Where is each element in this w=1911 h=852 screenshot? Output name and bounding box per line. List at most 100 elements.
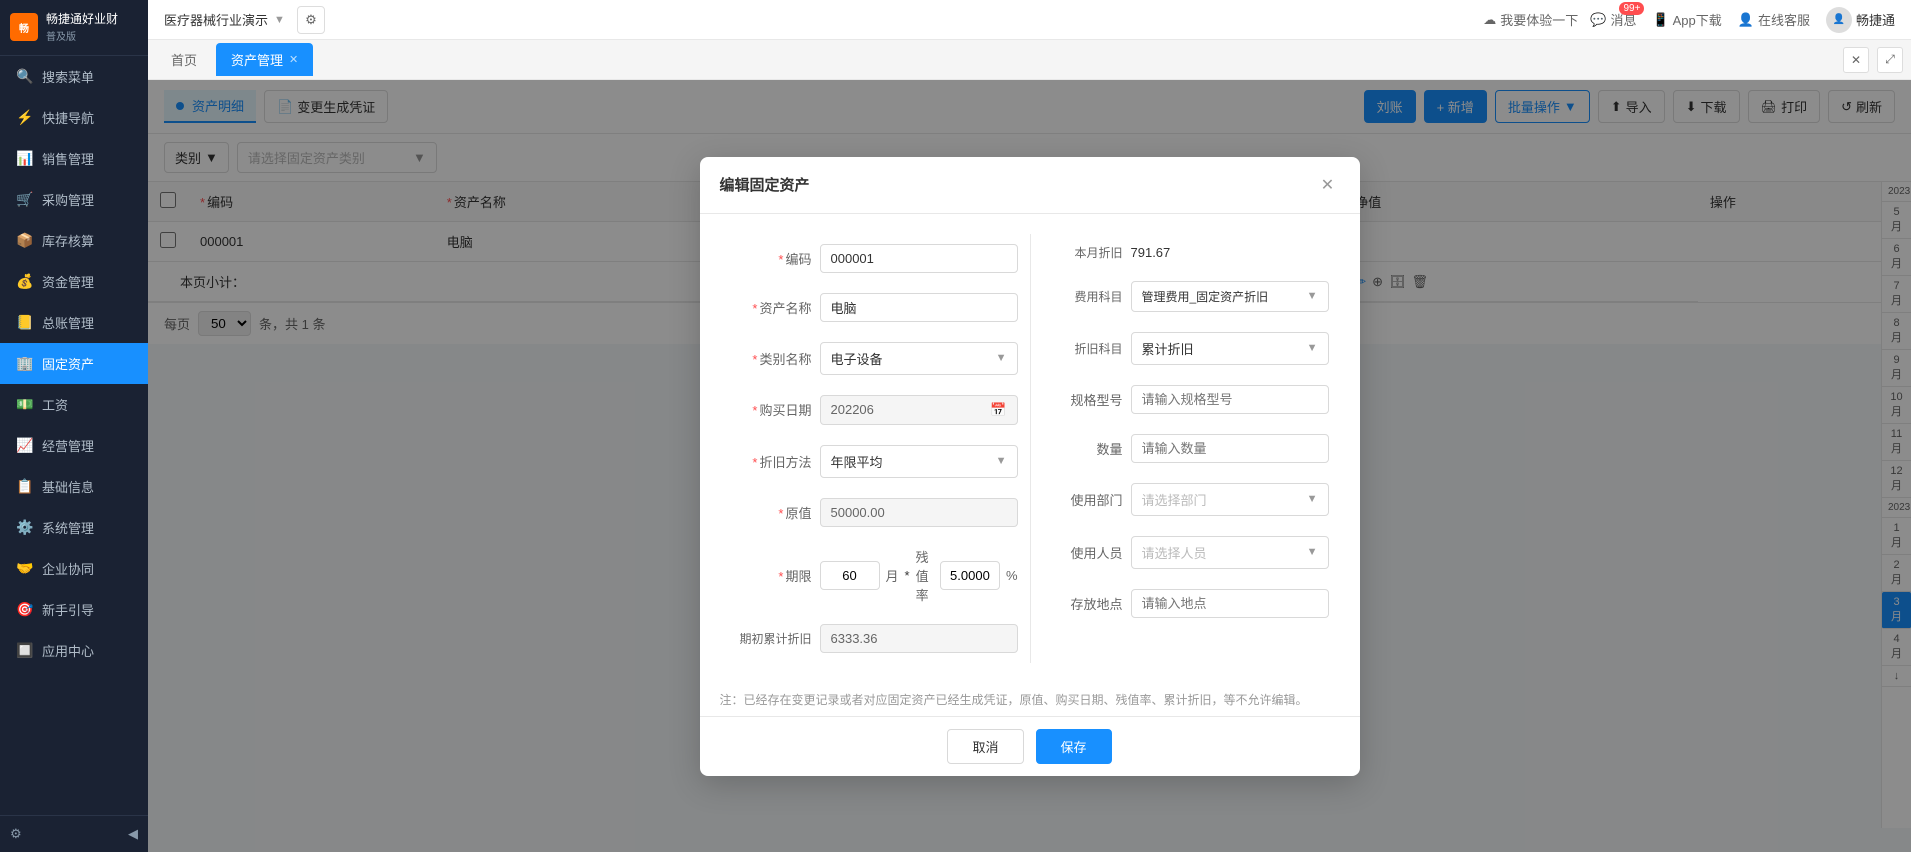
sidebar-item-base-info[interactable]: 📋 基础信息 bbox=[0, 466, 148, 507]
experience-button[interactable]: ☁ 我要体验一下 bbox=[1483, 10, 1578, 29]
code-input[interactable] bbox=[820, 244, 1018, 273]
sidebar-item-finance[interactable]: 💰 资金管理 bbox=[0, 261, 148, 302]
sidebar-item-salary[interactable]: 💵 工资 bbox=[0, 384, 148, 425]
depr-subject-arrow-icon: ▼ bbox=[1307, 342, 1318, 354]
original-value-label: *原值 bbox=[732, 503, 812, 522]
save-button[interactable]: 保存 bbox=[1036, 729, 1112, 764]
box-icon: 📦 bbox=[16, 231, 34, 249]
department-arrow-icon: ▼ bbox=[1307, 493, 1318, 505]
message-badge: 99+ bbox=[1619, 2, 1644, 15]
settings-icon: ⚙ bbox=[305, 12, 317, 28]
sidebar-item-business[interactable]: 📈 经营管理 bbox=[0, 425, 148, 466]
trending-icon: 📈 bbox=[16, 436, 34, 454]
sidebar-header: 畅 畅捷通好业财 普及版 bbox=[0, 0, 148, 56]
main-area: 医疗器械行业演示 ▼ ⚙ ☁ 我要体验一下 💬 消息 99+ 📱 App下载 bbox=[148, 0, 1911, 852]
sidebar-item-inventory[interactable]: 📦 库存核算 bbox=[0, 220, 148, 261]
original-value-input[interactable] bbox=[820, 498, 1018, 527]
settings-bottom-icon[interactable]: ⚙ bbox=[10, 826, 22, 842]
tab-close-icon[interactable]: ✕ bbox=[289, 53, 298, 66]
sidebar-item-sales[interactable]: 📊 销售管理 bbox=[0, 138, 148, 179]
download-icon: 📱 bbox=[1652, 12, 1668, 28]
user-area[interactable]: 👤 畅捷通 bbox=[1826, 7, 1895, 33]
gear-icon: ⚙️ bbox=[16, 518, 34, 536]
residual-rate-input[interactable] bbox=[940, 561, 1000, 590]
sidebar: 畅 畅捷通好业财 普及版 🔍 搜索菜单 ⚡ 快捷导航 📊 销售管理 🛒 采 bbox=[0, 0, 148, 852]
company-name: 医疗器械行业演示 bbox=[164, 10, 268, 29]
sidebar-item-app-center[interactable]: 🔲 应用中心 bbox=[0, 630, 148, 671]
sidebar-item-enterprise[interactable]: 🤝 企业协同 bbox=[0, 548, 148, 589]
cancel-button[interactable]: 取消 bbox=[947, 729, 1023, 764]
sidebar-item-search[interactable]: 🔍 搜索菜单 bbox=[0, 56, 148, 97]
tabbar: 首页 资产管理 ✕ ✕ ⤢ bbox=[148, 40, 1911, 80]
user-select[interactable]: 请选择人员 ▼ bbox=[1131, 536, 1329, 569]
sidebar-item-guide[interactable]: 🎯 新手引导 bbox=[0, 589, 148, 630]
modal-body: *编码 *资产名称 bbox=[700, 214, 1360, 683]
form-row-depr-method: *折旧方法 年限平均 ▼ bbox=[720, 435, 1030, 488]
initial-depr-input[interactable] bbox=[820, 624, 1018, 653]
sidebar-title: 畅捷通好业财 bbox=[46, 12, 118, 28]
form-row-code: *编码 bbox=[720, 234, 1030, 283]
category-select[interactable]: 电子设备 ▼ bbox=[820, 342, 1018, 375]
tab-asset-mgmt[interactable]: 资产管理 ✕ bbox=[216, 43, 313, 76]
topbar: 医疗器械行业演示 ▼ ⚙ ☁ 我要体验一下 💬 消息 99+ 📱 App下载 bbox=[148, 0, 1911, 40]
collapse-icon[interactable]: ◀ bbox=[128, 826, 138, 842]
book-icon: 📒 bbox=[16, 313, 34, 331]
sidebar-item-fixed-assets[interactable]: 🏢 固定资产 bbox=[0, 343, 148, 384]
cloud-icon: ☁ bbox=[1483, 12, 1496, 28]
department-select[interactable]: 请选择部门 ▼ bbox=[1131, 483, 1329, 516]
topbar-settings-button[interactable]: ⚙ bbox=[297, 6, 325, 34]
location-input[interactable] bbox=[1131, 589, 1329, 618]
expense-subject-select[interactable]: 管理费用_固定资产折旧 ▼ bbox=[1131, 281, 1329, 312]
modal-title: 编辑固定资产 bbox=[720, 174, 810, 195]
purchase-date-label: *购买日期 bbox=[732, 400, 812, 419]
modal-overlay: 编辑固定资产 ✕ *编码 bbox=[148, 80, 1911, 852]
monthly-depr-value: 791.67 bbox=[1131, 245, 1171, 260]
period-input[interactable] bbox=[820, 561, 880, 590]
form-row-category: *类别名称 电子设备 ▼ bbox=[720, 332, 1030, 385]
handshake-icon: 🤝 bbox=[16, 559, 34, 577]
tabbar-right-buttons: ✕ ⤢ bbox=[1843, 47, 1903, 73]
tab-close-button[interactable]: ✕ bbox=[1843, 47, 1869, 73]
sidebar-item-system[interactable]: ⚙️ 系统管理 bbox=[0, 507, 148, 548]
calendar-icon[interactable]: 📅 bbox=[990, 402, 1006, 418]
money-icon: 💰 bbox=[16, 272, 34, 290]
name-input[interactable] bbox=[820, 293, 1018, 322]
form-row-purchase-date: *购买日期 202206 📅 bbox=[720, 385, 1030, 435]
logo-icon: 畅 bbox=[10, 13, 38, 41]
sidebar-item-quick-nav[interactable]: ⚡ 快捷导航 bbox=[0, 97, 148, 138]
location-label: 存放地点 bbox=[1043, 594, 1123, 613]
form-row-spec: 规格型号 bbox=[1031, 375, 1341, 424]
company-arrow-icon: ▼ bbox=[274, 14, 285, 26]
user-avatar: 👤 bbox=[1826, 7, 1852, 33]
period-label: *期限 bbox=[732, 566, 812, 585]
app-download-button[interactable]: 📱 App下载 bbox=[1652, 10, 1721, 29]
sidebar-item-ledger[interactable]: 📒 总账管理 bbox=[0, 302, 148, 343]
sidebar-subtitle: 普及版 bbox=[46, 28, 118, 43]
category-select-arrow: ▼ bbox=[996, 352, 1007, 364]
modal-close-button[interactable]: ✕ bbox=[1316, 173, 1340, 197]
form-row-depr-subject: 折旧科目 累计折旧 ▼ bbox=[1031, 322, 1341, 375]
online-service-button[interactable]: 👤 在线客服 bbox=[1738, 10, 1810, 29]
user-arrow-icon: ▼ bbox=[1307, 546, 1318, 558]
sidebar-branding: 畅捷通好业财 普及版 bbox=[46, 12, 118, 43]
message-button[interactable]: 💬 消息 99+ bbox=[1590, 10, 1636, 29]
depr-method-select[interactable]: 年限平均 ▼ bbox=[820, 445, 1018, 478]
monthly-depr-label: 本月折旧 bbox=[1043, 244, 1123, 261]
form-row-quantity: 数量 bbox=[1031, 424, 1341, 473]
close-window-icon: ✕ bbox=[1851, 53, 1861, 67]
spec-input[interactable] bbox=[1131, 385, 1329, 414]
depr-method-label: *折旧方法 bbox=[732, 452, 812, 471]
tab-expand-button[interactable]: ⤢ bbox=[1877, 47, 1903, 73]
edit-asset-modal: 编辑固定资产 ✕ *编码 bbox=[700, 157, 1360, 776]
form-row-initial-depr: 期初累计折旧 bbox=[720, 614, 1030, 663]
sidebar-bottom[interactable]: ⚙ ◀ bbox=[0, 815, 148, 852]
sidebar-item-purchase[interactable]: 🛒 采购管理 bbox=[0, 179, 148, 220]
tab-home[interactable]: 首页 bbox=[156, 43, 212, 76]
depr-subject-select[interactable]: 累计折旧 ▼ bbox=[1131, 332, 1329, 365]
company-selector[interactable]: 医疗器械行业演示 ▼ bbox=[164, 10, 285, 29]
quantity-input[interactable] bbox=[1131, 434, 1329, 463]
depr-method-arrow-icon: ▼ bbox=[996, 455, 1007, 467]
grid-icon: 🔲 bbox=[16, 641, 34, 659]
period-unit: 月 bbox=[886, 566, 899, 585]
form-row-original-value: *原值 bbox=[720, 488, 1030, 537]
